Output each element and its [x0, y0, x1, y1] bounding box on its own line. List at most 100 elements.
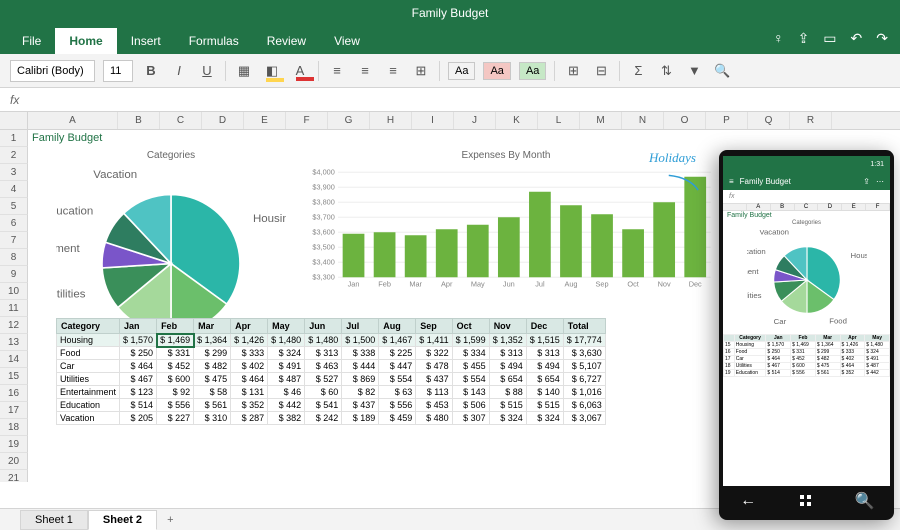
share-icon[interactable]: ⇪	[798, 30, 810, 47]
row-header-6[interactable]: 6	[0, 215, 28, 232]
col-header-A[interactable]: A	[28, 112, 118, 129]
table-header[interactable]: Apr	[231, 319, 268, 334]
bar-chart[interactable]: Expenses By Month Holidays $3,300$3,400$…	[296, 150, 716, 300]
font-color-button[interactable]: A	[290, 60, 310, 82]
insert-cells-button[interactable]: ⊞	[563, 60, 583, 82]
col-header-H[interactable]: H	[370, 112, 412, 129]
select-all-corner[interactable]	[0, 112, 28, 129]
col-header-G[interactable]: G	[328, 112, 370, 129]
col-header-O[interactable]: O	[664, 112, 706, 129]
sheet-tab[interactable]: Sheet 2	[88, 510, 157, 530]
table-header[interactable]: May	[268, 319, 305, 334]
row-header-4[interactable]: 4	[0, 181, 28, 198]
tab-home[interactable]: Home	[55, 28, 116, 54]
col-header-D[interactable]: D	[202, 112, 244, 129]
font-name-select[interactable]: Calibri (Body)	[10, 60, 95, 82]
row-header-12[interactable]: 12	[0, 317, 28, 334]
hamburger-icon[interactable]: ≡	[729, 177, 734, 186]
row-header-11[interactable]: 11	[0, 300, 28, 317]
align-center-button[interactable]: ≡	[355, 60, 375, 82]
phone-more-icon[interactable]: ⋯	[876, 177, 884, 186]
row-header-15[interactable]: 15	[0, 368, 28, 385]
col-header-L[interactable]: L	[538, 112, 580, 129]
cell-style-3[interactable]: Aa	[519, 62, 546, 80]
formula-input[interactable]	[27, 88, 890, 111]
table-row[interactable]: Housing$ 1,570$ 1,469$ 1,364$ 1,426$ 1,4…	[57, 334, 606, 347]
table-header[interactable]: Category	[57, 319, 120, 334]
table-row[interactable]: Food$ 250$ 331$ 299$ 333$ 324$ 313$ 338$…	[57, 347, 606, 360]
row-header-20[interactable]: 20	[0, 453, 28, 470]
table-header[interactable]: Sep	[416, 319, 452, 334]
row-header-13[interactable]: 13	[0, 334, 28, 351]
align-right-button[interactable]: ≡	[383, 60, 403, 82]
row-header-3[interactable]: 3	[0, 164, 28, 181]
col-header-R[interactable]: R	[790, 112, 832, 129]
underline-button[interactable]: U	[197, 60, 217, 82]
pie-chart[interactable]: Categories HousingFoodCarUtilitiesEntert…	[56, 150, 286, 300]
table-header[interactable]: Oct	[452, 319, 489, 334]
row-header-21[interactable]: 21	[0, 470, 28, 482]
col-header-C[interactable]: C	[160, 112, 202, 129]
row-header-1[interactable]: 1	[0, 130, 28, 147]
row-header-8[interactable]: 8	[0, 249, 28, 266]
row-header-5[interactable]: 5	[0, 198, 28, 215]
sheet-tab[interactable]: Sheet 1	[20, 510, 88, 530]
delete-cells-button[interactable]: ⊟	[591, 60, 611, 82]
phone-data-table[interactable]: CategoryJanFebMarAprMay15Housing$ 1,570$…	[723, 334, 890, 377]
filter-button[interactable]: ▼	[684, 60, 704, 82]
italic-button[interactable]: I	[169, 60, 189, 82]
table-row[interactable]: Utilities$ 467$ 600$ 475$ 464$ 487$ 527$…	[57, 373, 606, 386]
align-left-button[interactable]: ≡	[327, 60, 347, 82]
col-header-M[interactable]: M	[580, 112, 622, 129]
row-header-2[interactable]: 2	[0, 147, 28, 164]
phone-formula-bar[interactable]: fx	[723, 190, 890, 204]
phone-back-button[interactable]: ←	[728, 489, 768, 513]
tab-review[interactable]: Review	[253, 28, 320, 54]
fill-color-button[interactable]: ◧	[262, 60, 282, 82]
bold-button[interactable]: B	[141, 60, 161, 82]
tab-insert[interactable]: Insert	[117, 28, 175, 54]
row-header-16[interactable]: 16	[0, 385, 28, 402]
table-header[interactable]: Jun	[305, 319, 342, 334]
col-header-B[interactable]: B	[118, 112, 160, 129]
row-header-9[interactable]: 9	[0, 266, 28, 283]
find-button[interactable]: 🔍	[712, 60, 732, 82]
col-header-K[interactable]: K	[496, 112, 538, 129]
sort-button[interactable]: ⇅	[656, 60, 676, 82]
cell-style-1[interactable]: Aa	[448, 62, 475, 80]
table-row[interactable]: Vacation$ 205$ 227$ 310$ 287$ 382$ 242$ …	[57, 412, 606, 425]
table-header[interactable]: Aug	[379, 319, 416, 334]
table-header[interactable]: Feb	[157, 319, 194, 334]
col-header-N[interactable]: N	[622, 112, 664, 129]
cell-style-2[interactable]: Aa	[483, 62, 510, 80]
table-header[interactable]: Dec	[526, 319, 563, 334]
row-header-14[interactable]: 14	[0, 351, 28, 368]
tab-formulas[interactable]: Formulas	[175, 28, 253, 54]
tab-file[interactable]: File	[8, 28, 55, 54]
row-header-19[interactable]: 19	[0, 436, 28, 453]
table-row[interactable]: Car$ 464$ 452$ 482$ 402$ 491$ 463$ 444$ …	[57, 360, 606, 373]
lightbulb-icon[interactable]: ♀	[773, 30, 784, 47]
table-header[interactable]: Jan	[120, 319, 157, 334]
row-header-10[interactable]: 10	[0, 283, 28, 300]
phone-home-button[interactable]	[786, 489, 826, 513]
undo-icon[interactable]: ↶	[851, 30, 863, 47]
phone-search-button[interactable]: 🔍	[845, 489, 885, 513]
merge-button[interactable]: ⊞	[411, 60, 431, 82]
col-header-F[interactable]: F	[286, 112, 328, 129]
book-icon[interactable]: ▭	[823, 30, 836, 47]
row-header-18[interactable]: 18	[0, 419, 28, 436]
col-header-P[interactable]: P	[706, 112, 748, 129]
add-sheet-button[interactable]: +	[157, 511, 183, 529]
data-table[interactable]: CategoryJanFebMarAprMayJunJulAugSepOctNo…	[56, 318, 606, 425]
table-header[interactable]: Mar	[194, 319, 231, 334]
tab-view[interactable]: View	[320, 28, 374, 54]
table-row[interactable]: Entertainment$ 123$ 92$ 58$ 131$ 46$ 60$…	[57, 386, 606, 399]
table-header[interactable]: Jul	[342, 319, 379, 334]
border-button[interactable]: ▦	[234, 60, 254, 82]
font-size-select[interactable]: 11	[103, 60, 133, 82]
col-header-I[interactable]: I	[412, 112, 454, 129]
autosum-button[interactable]: Σ	[628, 60, 648, 82]
row-header-17[interactable]: 17	[0, 402, 28, 419]
table-header[interactable]: Nov	[489, 319, 526, 334]
